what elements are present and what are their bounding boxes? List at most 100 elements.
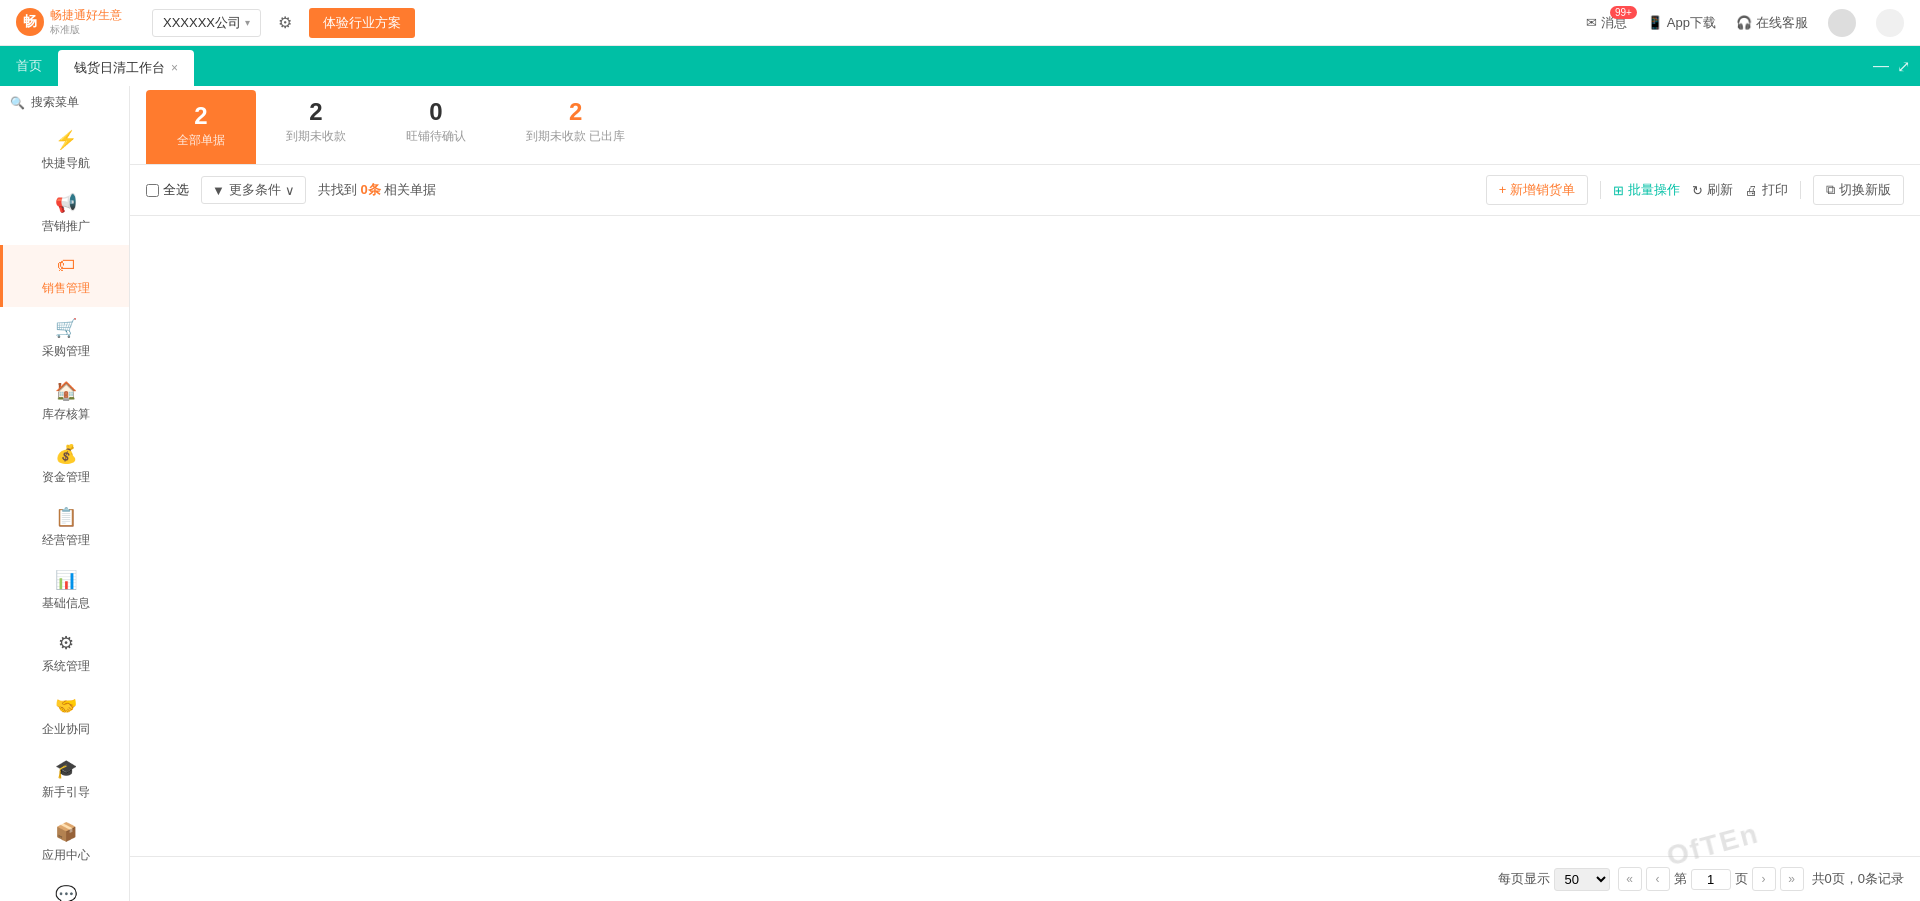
stat-tab-overdue[interactable]: 2 到期未收款: [256, 86, 376, 164]
first-page-button[interactable]: «: [1618, 867, 1642, 891]
system-icon: ⚙: [58, 632, 74, 654]
total-records: 共0页，0条记录: [1812, 870, 1904, 888]
sidebar-item-enterprise[interactable]: 🤝 企业协同: [0, 685, 129, 748]
message-action[interactable]: ✉ 消息 99+: [1586, 14, 1627, 32]
sidebar-item-basic-info[interactable]: 📊 基础信息: [0, 559, 129, 622]
sidebar-item-app-center[interactable]: 📦 应用中心: [0, 811, 129, 874]
settings-icon[interactable]: ⚙: [271, 9, 299, 37]
print-button[interactable]: 🖨 打印: [1745, 181, 1788, 199]
print-icon: 🖨: [1745, 183, 1758, 198]
sidebar-item-system-label: 系统管理: [42, 658, 90, 675]
search-menu-label: 搜索菜单: [31, 94, 79, 111]
last-page-button[interactable]: »: [1780, 867, 1804, 891]
app-download-action[interactable]: 📱 App下载: [1647, 14, 1716, 32]
logo-text-area: 畅捷通好生意 标准版: [50, 8, 122, 36]
search-menu[interactable]: 🔍 搜索菜单: [0, 86, 129, 119]
sidebar-item-wechat[interactable]: 💬 企业微信: [0, 874, 129, 901]
chevron-down-icon: ▾: [245, 17, 250, 28]
sidebar-item-sales[interactable]: 🏷 销售管理: [0, 245, 129, 307]
divider-1: [1600, 181, 1601, 199]
per-page-select[interactable]: 50 20 100: [1554, 868, 1610, 891]
filter-icon: ▼: [212, 183, 225, 198]
purchase-icon: 🛒: [55, 317, 77, 339]
sidebar-item-purchase[interactable]: 🛒 采购管理: [0, 307, 129, 370]
refresh-button[interactable]: ↻ 刷新: [1692, 181, 1733, 199]
sidebar-item-operations[interactable]: 📋 经营管理: [0, 496, 129, 559]
sidebar-item-sales-label: 销售管理: [42, 280, 90, 297]
sidebar-item-finance[interactable]: 💰 资金管理: [0, 433, 129, 496]
online-service-action[interactable]: 🎧 在线客服: [1736, 14, 1808, 32]
tab-home[interactable]: 首页: [0, 46, 58, 86]
pagination: 每页显示 50 20 100 « ‹ 第 页 › » 共0页，0条记录: [130, 856, 1920, 901]
top-header: 畅 畅捷通好生意 标准版 XXXXXX公司 ▾ ⚙ 体验行业方案 ✉ 消息 99…: [0, 0, 1920, 46]
next-page-button[interactable]: ›: [1752, 867, 1776, 891]
select-all-checkbox[interactable]: 全选: [146, 181, 189, 199]
sidebar-item-quick-nav[interactable]: ⚡ 快捷导航: [0, 119, 129, 182]
page-label: 第: [1674, 870, 1687, 888]
sidebar-item-inventory[interactable]: 🏠 库存核算: [0, 370, 129, 433]
tab-close-icon[interactable]: ×: [171, 61, 178, 75]
per-page-label: 每页显示: [1498, 870, 1550, 888]
header-left: 畅 畅捷通好生意 标准版 XXXXXX公司 ▾ ⚙ 体验行业方案: [16, 8, 415, 38]
refresh-icon: ↻: [1692, 183, 1703, 198]
enterprise-icon: 🤝: [55, 695, 77, 717]
select-all-label: 全选: [163, 181, 189, 199]
home-tab-label: 首页: [16, 57, 42, 75]
stat-tab-all[interactable]: 2 全部单据: [146, 90, 256, 164]
filter-chevron-icon: ∨: [285, 183, 295, 198]
tab-bar: 首页 钱货日清工作台 × — ⤢: [0, 46, 1920, 86]
table-area: [130, 216, 1920, 856]
sidebar-item-system[interactable]: ⚙ 系统管理: [0, 622, 129, 685]
tab-maximize-icon[interactable]: ⤢: [1897, 57, 1910, 76]
stat-shipped-number: 2: [569, 98, 582, 126]
quick-nav-icon: ⚡: [55, 129, 77, 151]
batch-operation-button[interactable]: ⊞ 批量操作: [1613, 181, 1680, 199]
logo-text: 畅捷通好生意: [50, 8, 122, 22]
sidebar-item-basic-info-label: 基础信息: [42, 595, 90, 612]
switch-new-version-button[interactable]: ⧉ 切换新版: [1813, 175, 1904, 205]
found-count: 0条: [361, 182, 381, 197]
stat-all-number: 2: [194, 102, 207, 130]
toolbar: 全选 ▼ 更多条件 ∨ 共找到 0条 相关单据 + 新增销货单: [130, 165, 1920, 216]
sidebar-item-purchase-label: 采购管理: [42, 343, 90, 360]
page-input[interactable]: [1691, 869, 1731, 890]
avatar[interactable]: [1828, 9, 1856, 37]
tab-bar-actions: — ⤢: [1873, 46, 1920, 86]
logo-icon: 畅: [16, 8, 44, 36]
experience-button[interactable]: 体验行业方案: [309, 8, 415, 38]
tab-minimize-icon[interactable]: —: [1873, 57, 1889, 75]
batch-label: 批量操作: [1628, 181, 1680, 199]
stat-pending-label: 旺铺待确认: [406, 128, 466, 145]
sidebar-item-marketing-label: 营销推广: [42, 218, 90, 235]
stat-shipped-label: 到期未收款 已出库: [526, 128, 625, 145]
sidebar-item-marketing[interactable]: 📢 营销推广: [0, 182, 129, 245]
stat-pending-number: 0: [429, 98, 442, 126]
sales-icon: 🏷: [57, 255, 75, 276]
sidebar-item-newbie[interactable]: 🎓 新手引导: [0, 748, 129, 811]
new-sales-order-button[interactable]: + 新增销货单: [1486, 175, 1588, 205]
sidebar-item-finance-label: 资金管理: [42, 469, 90, 486]
stat-all-label: 全部单据: [177, 132, 225, 149]
prev-page-button[interactable]: ‹: [1646, 867, 1670, 891]
search-icon: 🔍: [10, 96, 25, 110]
switch-label: 切换新版: [1839, 181, 1891, 199]
marketing-icon: 📢: [55, 192, 77, 214]
filter-button[interactable]: ▼ 更多条件 ∨: [201, 176, 306, 204]
main-layout: 🔍 搜索菜单 ⚡ 快捷导航 📢 营销推广 🏷 销售管理 🛒 采购管理 🏠 库存核…: [0, 86, 1920, 901]
filter-label: 更多条件: [229, 181, 281, 199]
header-right: ✉ 消息 99+ 📱 App下载 🎧 在线客服: [1586, 9, 1904, 37]
stat-tab-pending[interactable]: 0 旺铺待确认: [376, 86, 496, 164]
found-text: 共找到 0条 相关单据: [318, 181, 436, 199]
found-suffix: 相关单据: [384, 182, 436, 197]
switch-icon: ⧉: [1826, 182, 1835, 198]
message-badge: 99+: [1610, 6, 1637, 19]
page-suffix: 页: [1735, 870, 1748, 888]
tab-workbench[interactable]: 钱货日清工作台 ×: [58, 50, 194, 86]
newbie-icon: 🎓: [55, 758, 77, 780]
user-dropdown[interactable]: [1876, 9, 1904, 37]
company-selector[interactable]: XXXXXX公司 ▾: [152, 9, 261, 37]
stat-tab-overdue-shipped[interactable]: 2 到期未收款 已出库: [496, 86, 655, 164]
page-nav: « ‹ 第 页 › »: [1618, 867, 1804, 891]
online-service-label: 在线客服: [1756, 14, 1808, 32]
select-all-input[interactable]: [146, 184, 159, 197]
